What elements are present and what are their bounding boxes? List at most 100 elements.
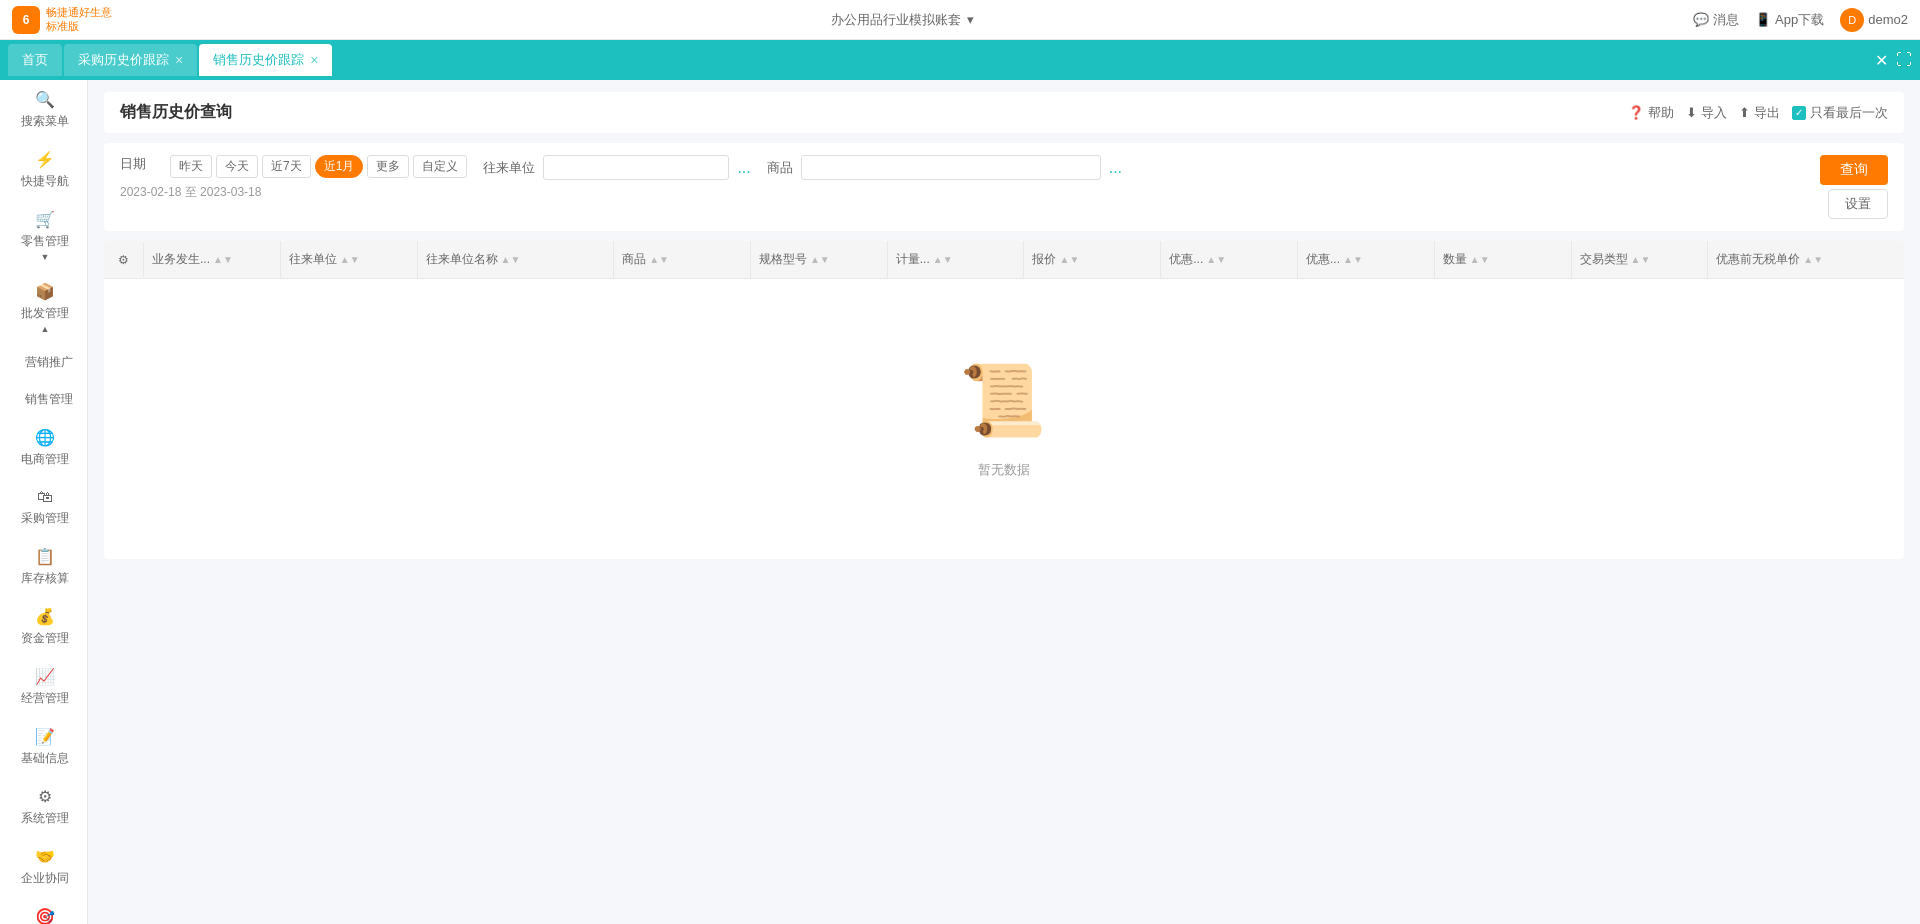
message-btn[interactable]: 💬 消息 [1693,11,1739,29]
sidebar-item-corp-agreement[interactable]: 🤝 企业协同 [0,837,87,897]
search-icon: 🔍 [35,90,55,109]
user-menu[interactable]: D demo2 [1840,8,1908,32]
date-filter-row: 日期 昨天 今天 近7天 近1月 更多 自定义 [120,155,467,178]
workspace-dropdown-icon[interactable]: ▾ [967,12,974,27]
sort-icon-no-tax-price: ▲▼ [1803,256,1823,264]
th-partner-name[interactable]: 往来单位名称 ▲▼ [418,241,615,278]
sidebar-item-finance-mgmt[interactable]: 💰 资金管理 [0,597,87,657]
sidebar-item-business-mgmt[interactable]: 📈 经营管理 [0,657,87,717]
app-download-btn[interactable]: 📱 App下载 [1755,11,1824,29]
date-btn-today[interactable]: 今天 [216,155,258,178]
wholesale-icon: 📦 [35,282,55,301]
empty-text: 暂无数据 [978,461,1030,479]
partner-select-btn[interactable]: ... [737,159,750,177]
tab-close-all-icon[interactable]: ✕ [1875,51,1888,70]
finance-icon: 💰 [35,607,55,626]
sidebar-item-purchase-mgmt[interactable]: 🛍 采购管理 [0,478,87,537]
sidebar-item-retail-mgmt[interactable]: 🛒 零售管理 ▼ [0,200,87,272]
top-bar-right: 💬 消息 📱 App下载 D demo2 [1693,8,1908,32]
th-discount1[interactable]: 优惠... ▲▼ [1161,241,1298,278]
sidebar-item-marketing-promo[interactable]: 营销推广 [0,344,87,381]
partner-filter-group: 往来单位 ... [483,155,750,180]
th-trade-type[interactable]: 交易类型 ▲▼ [1572,241,1709,278]
tab-expand-icon[interactable]: ⛶ [1896,51,1912,69]
avatar: D [1840,8,1864,32]
system-icon: ⚙ [38,787,52,806]
tab-purchase-close-icon[interactable]: × [175,53,183,67]
date-filter-label: 日期 [120,155,146,173]
partner-filter-label: 往来单位 [483,159,535,177]
sidebar: 🔍 搜索菜单 ⚡ 快捷导航 🛒 零售管理 ▼ 📦 批发管理 ▲ 营销推广 销售管… [0,80,88,924]
page-container: 销售历史价查询 ❓ 帮助 ⬇ 导入 ⬆ 导出 [88,80,1920,571]
message-icon: 💬 [1693,12,1709,27]
date-btn-yesterday[interactable]: 昨天 [170,155,212,178]
sidebar-item-wholesale-mgmt[interactable]: 📦 批发管理 ▲ [0,272,87,344]
tab-home-label: 首页 [22,51,48,69]
date-btn-custom[interactable]: 自定义 [413,155,467,178]
sidebar-item-new-guide[interactable]: 🎯 新手引导 [0,897,87,924]
partner-input-group: ... [543,155,750,180]
only-last-checkbox[interactable]: 只看最后一次 [1792,104,1888,122]
top-bar: 6 畅捷通好生意 标准版 办公用品行业模拟账套 ▾ 💬 消息 📱 App下载 D… [0,0,1920,40]
purchase-icon: 🛍 [37,488,53,506]
phone-icon: 📱 [1755,12,1771,27]
th-qty[interactable]: 数量 ▲▼ [1435,241,1572,278]
sidebar-item-system-mgmt[interactable]: ⚙ 系统管理 [0,777,87,837]
tab-purchase-history[interactable]: 采购历史价跟踪 × [64,44,197,76]
goods-filter-group: 商品 ... [767,155,1122,180]
th-price[interactable]: 报价 ▲▼ [1024,241,1161,278]
th-no-tax-price[interactable]: 优惠前无税单价 ▲▼ [1708,241,1904,278]
setting-button[interactable]: 设置 [1828,189,1888,219]
th-gear[interactable]: ⚙ [104,243,144,277]
partner-input[interactable] [543,155,729,180]
tab-purchase-history-label: 采购历史价跟踪 [78,51,169,69]
sidebar-item-quick-nav[interactable]: ⚡ 快捷导航 [0,140,87,200]
th-partner-code[interactable]: 往来单位 ▲▼ [281,241,418,278]
sort-icon-biz-date: ▲▼ [213,256,233,264]
inventory-icon: 📋 [35,547,55,566]
retail-icon: 🛒 [35,210,55,229]
goods-input[interactable] [801,155,1101,180]
th-goods[interactable]: 商品 ▲▼ [614,241,751,278]
logo-area: 6 畅捷通好生意 标准版 [12,6,112,34]
tab-bar: 首页 采购历史价跟踪 × 销售历史价跟踪 × ✕ ⛶ [0,40,1920,80]
workspace-selector[interactable]: 办公用品行业模拟账套 ▾ [831,11,974,29]
th-biz-date[interactable]: 业务发生... ▲▼ [144,241,281,278]
sort-icon-discount2: ▲▼ [1343,256,1363,264]
export-btn[interactable]: ⬆ 导出 [1739,104,1780,122]
sort-icon-goods: ▲▼ [649,256,669,264]
new-guide-icon: 🎯 [35,907,55,924]
th-unit[interactable]: 计量... ▲▼ [888,241,1025,278]
th-discount2[interactable]: 优惠... ▲▼ [1298,241,1435,278]
tab-home[interactable]: 首页 [8,44,62,76]
tab-sales-history[interactable]: 销售历史价跟踪 × [199,44,332,76]
sidebar-item-sales-mgmt[interactable]: 销售管理 [0,381,87,418]
sort-icon-spec: ▲▼ [810,256,830,264]
sort-icon-price: ▲▼ [1059,256,1079,264]
goods-select-btn[interactable]: ... [1109,159,1122,177]
th-spec[interactable]: 规格型号 ▲▼ [751,241,888,278]
checkbox-icon [1792,106,1806,120]
date-btn-more[interactable]: 更多 [367,155,409,178]
goods-filter-label: 商品 [767,159,793,177]
help-btn[interactable]: ❓ 帮助 [1628,104,1674,122]
corp-agreement-icon: 🤝 [35,847,55,866]
ecom-icon: 🌐 [35,428,55,447]
sidebar-item-search-menu[interactable]: 🔍 搜索菜单 [0,80,87,140]
logo-icon: 6 [12,6,40,34]
query-button[interactable]: 查询 [1820,155,1888,185]
date-btn-1month[interactable]: 近1月 [315,155,364,178]
empty-img: 📜 [959,359,1049,449]
sidebar-item-ecom-mgmt[interactable]: 🌐 电商管理 [0,418,87,478]
sidebar-item-inventory[interactable]: 📋 库存核算 [0,537,87,597]
import-btn[interactable]: ⬇ 导入 [1686,104,1727,122]
page-actions: ❓ 帮助 ⬇ 导入 ⬆ 导出 只看最后一次 [1628,104,1888,122]
tab-sales-close-icon[interactable]: × [310,53,318,67]
sidebar-item-basic-info[interactable]: 📝 基础信息 [0,717,87,777]
sort-icon-discount1: ▲▼ [1206,256,1226,264]
date-btn-7days[interactable]: 近7天 [262,155,311,178]
date-filter-col: 日期 昨天 今天 近7天 近1月 更多 自定义 2023-02-18 至 202… [120,155,467,201]
sort-icon-trade-type: ▲▼ [1631,256,1651,264]
empty-illustration: 📜 [959,361,1046,439]
help-icon: ❓ [1628,105,1644,120]
